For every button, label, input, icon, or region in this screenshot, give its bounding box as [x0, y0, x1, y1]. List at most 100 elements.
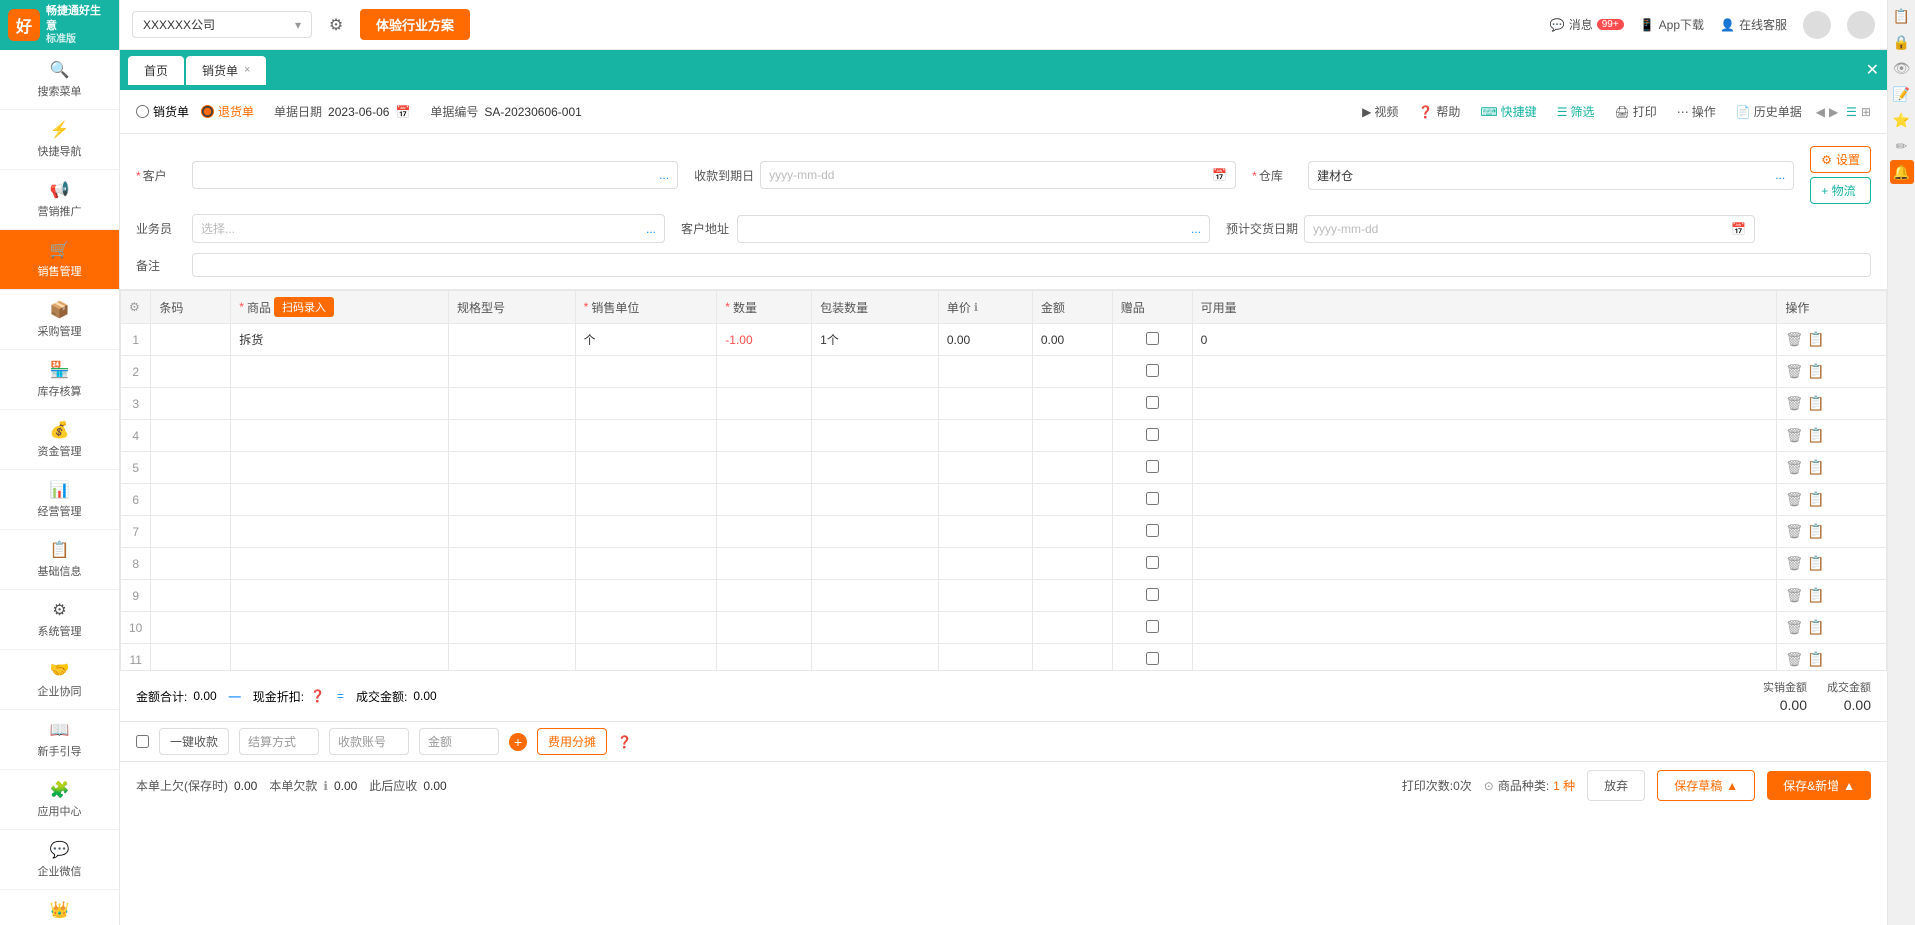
one-click-payment-button[interactable]: 一键收款: [159, 728, 229, 755]
delete-row-icon[interactable]: 🗑: [1785, 587, 1803, 604]
amount-cell[interactable]: [1032, 548, 1112, 580]
scan-button[interactable]: 扫码录入: [274, 297, 334, 317]
unit-cell[interactable]: [575, 484, 717, 516]
th-settings[interactable]: ⚙: [121, 291, 151, 324]
pack-qty-cell[interactable]: [812, 420, 939, 452]
barcode-cell[interactable]: [151, 324, 231, 356]
unit-price-cell[interactable]: [938, 580, 1032, 612]
list-view-icon[interactable]: ☰: [1846, 105, 1857, 119]
unit-price-cell[interactable]: [938, 644, 1032, 671]
amount-cell[interactable]: [1032, 420, 1112, 452]
right-sidebar-item-6[interactable]: ✏: [1890, 134, 1914, 158]
gift-cell[interactable]: [1112, 612, 1192, 644]
right-sidebar-item-3[interactable]: 👁: [1890, 56, 1914, 80]
gift-cell[interactable]: [1112, 356, 1192, 388]
barcode-cell[interactable]: [151, 356, 231, 388]
unit-cell[interactable]: 个: [575, 324, 717, 356]
product-cell[interactable]: [231, 612, 449, 644]
copy-row-icon[interactable]: 📋: [1807, 491, 1824, 508]
copy-row-icon[interactable]: 📋: [1807, 587, 1824, 604]
quantity-cell[interactable]: [717, 388, 812, 420]
sale-order-radio[interactable]: 销货单: [136, 103, 189, 120]
sidebar-item-collab[interactable]: 🤝 企业协同: [0, 650, 119, 710]
add-payment-button[interactable]: +: [509, 733, 527, 751]
filter-button[interactable]: ☰ 筛选: [1551, 100, 1601, 123]
right-sidebar-item-2[interactable]: 🔒: [1890, 30, 1914, 54]
sidebar-item-purchase[interactable]: 📦 采购管理: [0, 290, 119, 350]
warehouse-input[interactable]: 建材仓 ...: [1308, 161, 1794, 190]
fee-split-button[interactable]: 费用分摊: [537, 728, 607, 755]
amount-cell[interactable]: [1032, 612, 1112, 644]
amount-cell[interactable]: [1032, 484, 1112, 516]
pack-qty-cell[interactable]: [812, 388, 939, 420]
unit-cell[interactable]: [575, 612, 717, 644]
amount-cell[interactable]: [1032, 452, 1112, 484]
expected-date-input[interactable]: yyyy-mm-dd 📅: [1304, 215, 1755, 243]
product-cell[interactable]: 拆货: [231, 324, 449, 356]
unit-cell[interactable]: [575, 388, 717, 420]
pack-qty-cell[interactable]: [812, 452, 939, 484]
pack-qty-cell[interactable]: [812, 356, 939, 388]
gift-cell[interactable]: [1112, 516, 1192, 548]
help-circle-icon[interactable]: ❓: [310, 689, 325, 703]
amount-cell[interactable]: 0.00: [1032, 324, 1112, 356]
quantity-cell[interactable]: [717, 420, 812, 452]
right-sidebar-item-7[interactable]: 🔔: [1890, 160, 1914, 184]
next-icon[interactable]: ▶: [1829, 105, 1838, 119]
quantity-cell[interactable]: [717, 612, 812, 644]
product-cell[interactable]: [231, 580, 449, 612]
quantity-cell[interactable]: [717, 484, 812, 516]
pack-qty-cell[interactable]: [812, 612, 939, 644]
amount-cell[interactable]: [1032, 516, 1112, 548]
amount-cell[interactable]: [1032, 580, 1112, 612]
delete-row-icon[interactable]: 🗑: [1785, 523, 1803, 540]
delete-row-icon[interactable]: 🗑: [1785, 395, 1803, 412]
delete-row-icon[interactable]: 🗑: [1785, 459, 1803, 476]
barcode-cell[interactable]: [151, 548, 231, 580]
message-button[interactable]: 💬 消息 99+: [1550, 16, 1624, 33]
unit-cell[interactable]: [575, 644, 717, 671]
save-draft-button[interactable]: 保存草稿 ▲: [1657, 770, 1755, 801]
company-selector[interactable]: XXXXXX公司 ▾: [132, 11, 312, 38]
amount-cell[interactable]: [1032, 644, 1112, 671]
shortcut-button[interactable]: ⌨ 快捷键: [1474, 100, 1542, 123]
sidebar-item-finance[interactable]: 💰 资金管理: [0, 410, 119, 470]
sidebar-item-system[interactable]: ⚙ 系统管理: [0, 590, 119, 650]
unit-price-cell[interactable]: [938, 548, 1032, 580]
due-date-calendar-icon[interactable]: 📅: [1212, 168, 1227, 182]
sidebar-item-wechat[interactable]: 💬 企业微信: [0, 830, 119, 890]
return-order-radio[interactable]: 退货单: [201, 103, 254, 120]
sidebar-item-inventory[interactable]: 🏪 库存核算: [0, 350, 119, 410]
customer-picker-icon[interactable]: ...: [659, 168, 669, 182]
sidebar-item-operations[interactable]: 📊 经营管理: [0, 470, 119, 530]
copy-row-icon[interactable]: 📋: [1807, 427, 1824, 444]
amount-input[interactable]: 金额: [419, 728, 499, 755]
quantity-cell[interactable]: [717, 548, 812, 580]
customer-address-input[interactable]: ...: [737, 215, 1210, 243]
gift-cell[interactable]: [1112, 388, 1192, 420]
setting-button[interactable]: ⚙ 设置: [1810, 146, 1871, 173]
warehouse-picker-icon[interactable]: ...: [1775, 168, 1785, 182]
product-cell[interactable]: [231, 484, 449, 516]
payment-method-input[interactable]: 结算方式: [239, 728, 319, 755]
right-sidebar-item-4[interactable]: 📝: [1890, 82, 1914, 106]
app-download-button[interactable]: 📱 App下载: [1640, 16, 1704, 33]
operations-button[interactable]: ⋯ 操作: [1671, 100, 1722, 123]
pack-qty-cell[interactable]: [812, 516, 939, 548]
pack-qty-cell[interactable]: [812, 644, 939, 671]
spec-cell[interactable]: [448, 580, 575, 612]
sidebar-item-basics[interactable]: 📋 基础信息: [0, 530, 119, 590]
tab-close-icon[interactable]: ×: [244, 64, 250, 76]
unit-cell[interactable]: [575, 516, 717, 548]
product-cell[interactable]: [231, 644, 449, 671]
debit-info-icon[interactable]: ℹ: [323, 779, 328, 793]
copy-row-icon[interactable]: 📋: [1807, 523, 1824, 540]
unit-price-cell[interactable]: [938, 484, 1032, 516]
quantity-cell[interactable]: [717, 644, 812, 671]
right-sidebar-item-1[interactable]: 📋: [1890, 4, 1914, 28]
customer-input[interactable]: ...: [192, 161, 678, 189]
spec-cell[interactable]: [448, 356, 575, 388]
spec-cell[interactable]: [448, 612, 575, 644]
delete-row-icon[interactable]: 🗑: [1785, 555, 1803, 572]
copy-row-icon[interactable]: 📋: [1807, 619, 1824, 636]
